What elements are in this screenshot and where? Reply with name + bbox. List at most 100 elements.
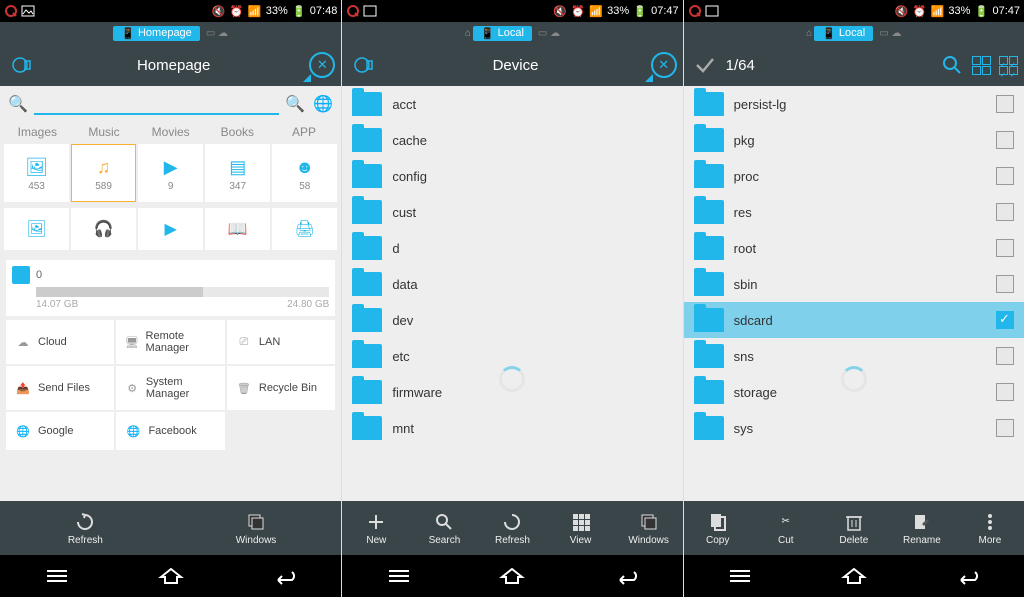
feature-recycle[interactable]: 🗑Recycle Bin	[227, 366, 335, 410]
refresh-button[interactable]: Refresh	[0, 511, 171, 546]
file-checkbox[interactable]	[996, 167, 1014, 185]
storage-bar	[36, 287, 329, 297]
music-icon: ♫	[89, 155, 119, 181]
page-title[interactable]: Homepage	[38, 57, 309, 74]
global-icon[interactable]	[6, 49, 38, 81]
storage-panel[interactable]: 0 14.07 GB24.80 GB	[6, 260, 335, 316]
file-checkbox[interactable]	[996, 383, 1014, 401]
file-item[interactable]: sdcard	[684, 302, 1024, 338]
rename-button[interactable]: Rename	[888, 511, 956, 546]
file-name: persist-lg	[734, 97, 986, 112]
file-checkbox[interactable]	[996, 239, 1014, 257]
feature-lan[interactable]: ⎚LAN	[227, 320, 335, 364]
close-button[interactable]: ✕	[651, 52, 677, 78]
file-item[interactable]: acct	[342, 86, 682, 122]
tab-app[interactable]: APP	[271, 122, 338, 142]
delete-button[interactable]: Delete	[820, 511, 888, 546]
file-item[interactable]: data	[342, 266, 682, 302]
breadcrumb[interactable]: 📱Homepage ▭ ☁	[0, 22, 341, 44]
refresh-icon	[74, 511, 96, 533]
nav-home[interactable]	[151, 561, 191, 591]
file-item[interactable]: d	[342, 230, 682, 266]
nav-home[interactable]	[834, 561, 874, 591]
file-item[interactable]: sys	[684, 410, 1024, 446]
windows-button[interactable]: Windows	[171, 511, 342, 546]
nav-menu[interactable]	[37, 561, 77, 591]
file-item[interactable]: cust	[342, 194, 682, 230]
net-music[interactable]: 🎧	[71, 208, 136, 250]
copy-button[interactable]: Copy	[684, 511, 752, 546]
tab-books[interactable]: Books	[204, 122, 271, 142]
category-movies[interactable]: ▶9	[138, 144, 203, 202]
breadcrumb[interactable]: ⌂ 📱Local ▭ ☁	[684, 22, 1024, 44]
send-icon: 📤	[14, 379, 32, 397]
refresh-button[interactable]: Refresh	[478, 511, 546, 546]
file-item[interactable]: root	[684, 230, 1024, 266]
folder-icon	[694, 128, 724, 152]
file-checkbox[interactable]	[996, 95, 1014, 113]
category-books[interactable]: ▤347	[205, 144, 270, 202]
view-button[interactable]: View	[547, 511, 615, 546]
page-title[interactable]: Device	[380, 57, 650, 74]
net-movies[interactable]: ▶	[138, 208, 203, 250]
category-music[interactable]: ♫589	[71, 144, 136, 202]
feature-send[interactable]: 📤Send Files	[6, 366, 114, 410]
file-name: config	[392, 169, 672, 184]
file-checkbox[interactable]	[996, 419, 1014, 437]
net-books[interactable]: 📖	[205, 208, 270, 250]
nav-menu[interactable]	[720, 561, 760, 591]
globe-search-icon[interactable]: 🌐	[311, 92, 335, 116]
windows-button[interactable]: Windows	[615, 511, 683, 546]
close-button[interactable]: ✕	[309, 52, 335, 78]
file-name: proc	[734, 169, 986, 184]
file-item[interactable]: dev	[342, 302, 682, 338]
feature-facebook[interactable]: 🌐Facebook	[116, 412, 224, 450]
file-item[interactable]: persist-lg	[684, 86, 1024, 122]
feature-system[interactable]: ⚙System Manager	[116, 366, 224, 410]
cut-button[interactable]: ✂Cut	[752, 511, 820, 546]
file-item[interactable]: cache	[342, 122, 682, 158]
nav-back[interactable]	[606, 561, 646, 591]
phone-icon: 📱	[481, 27, 495, 40]
breadcrumb[interactable]: ⌂ 📱Local ▭ ☁	[342, 22, 682, 44]
tab-images[interactable]: Images	[4, 122, 71, 142]
feature-cloud[interactable]: ☁Cloud	[6, 320, 114, 364]
select-all-button[interactable]	[999, 56, 1018, 75]
nav-menu[interactable]	[379, 561, 419, 591]
search-icon	[433, 511, 455, 533]
tab-movies[interactable]: Movies	[137, 122, 204, 142]
category-app[interactable]: ☻58	[272, 144, 337, 202]
trash-icon: 🗑	[235, 379, 253, 397]
file-checkbox[interactable]	[996, 311, 1014, 329]
new-button[interactable]: New	[342, 511, 410, 546]
search-input[interactable]	[34, 93, 279, 115]
confirm-selection-button[interactable]	[690, 50, 720, 80]
global-icon[interactable]	[348, 49, 380, 81]
feature-remote[interactable]: 🖥Remote Manager	[116, 320, 224, 364]
net-app[interactable]: 🖨	[272, 208, 337, 250]
tab-music[interactable]: Music	[71, 122, 138, 142]
more-button[interactable]: More	[956, 511, 1024, 546]
nav-back[interactable]	[947, 561, 987, 591]
search-files-button[interactable]	[940, 53, 964, 77]
category-images[interactable]: 🖼453	[4, 144, 69, 202]
file-item[interactable]: mnt	[342, 410, 682, 446]
nav-home[interactable]	[492, 561, 532, 591]
select-none-button[interactable]	[972, 56, 991, 75]
movies-icon: ▶	[156, 155, 186, 181]
search-button[interactable]: Search	[410, 511, 478, 546]
file-item[interactable]: proc	[684, 158, 1024, 194]
file-item[interactable]: res	[684, 194, 1024, 230]
file-item[interactable]: config	[342, 158, 682, 194]
folder-icon	[352, 128, 382, 152]
file-item[interactable]: sbin	[684, 266, 1024, 302]
file-item[interactable]: pkg	[684, 122, 1024, 158]
nav-back[interactable]	[264, 561, 304, 591]
net-images[interactable]: 🖼	[4, 208, 69, 250]
file-checkbox[interactable]	[996, 131, 1014, 149]
feature-google[interactable]: 🌐Google	[6, 412, 114, 450]
file-checkbox[interactable]	[996, 203, 1014, 221]
file-checkbox[interactable]	[996, 347, 1014, 365]
search-browse-icon[interactable]: 🔍	[283, 92, 307, 116]
file-checkbox[interactable]	[996, 275, 1014, 293]
